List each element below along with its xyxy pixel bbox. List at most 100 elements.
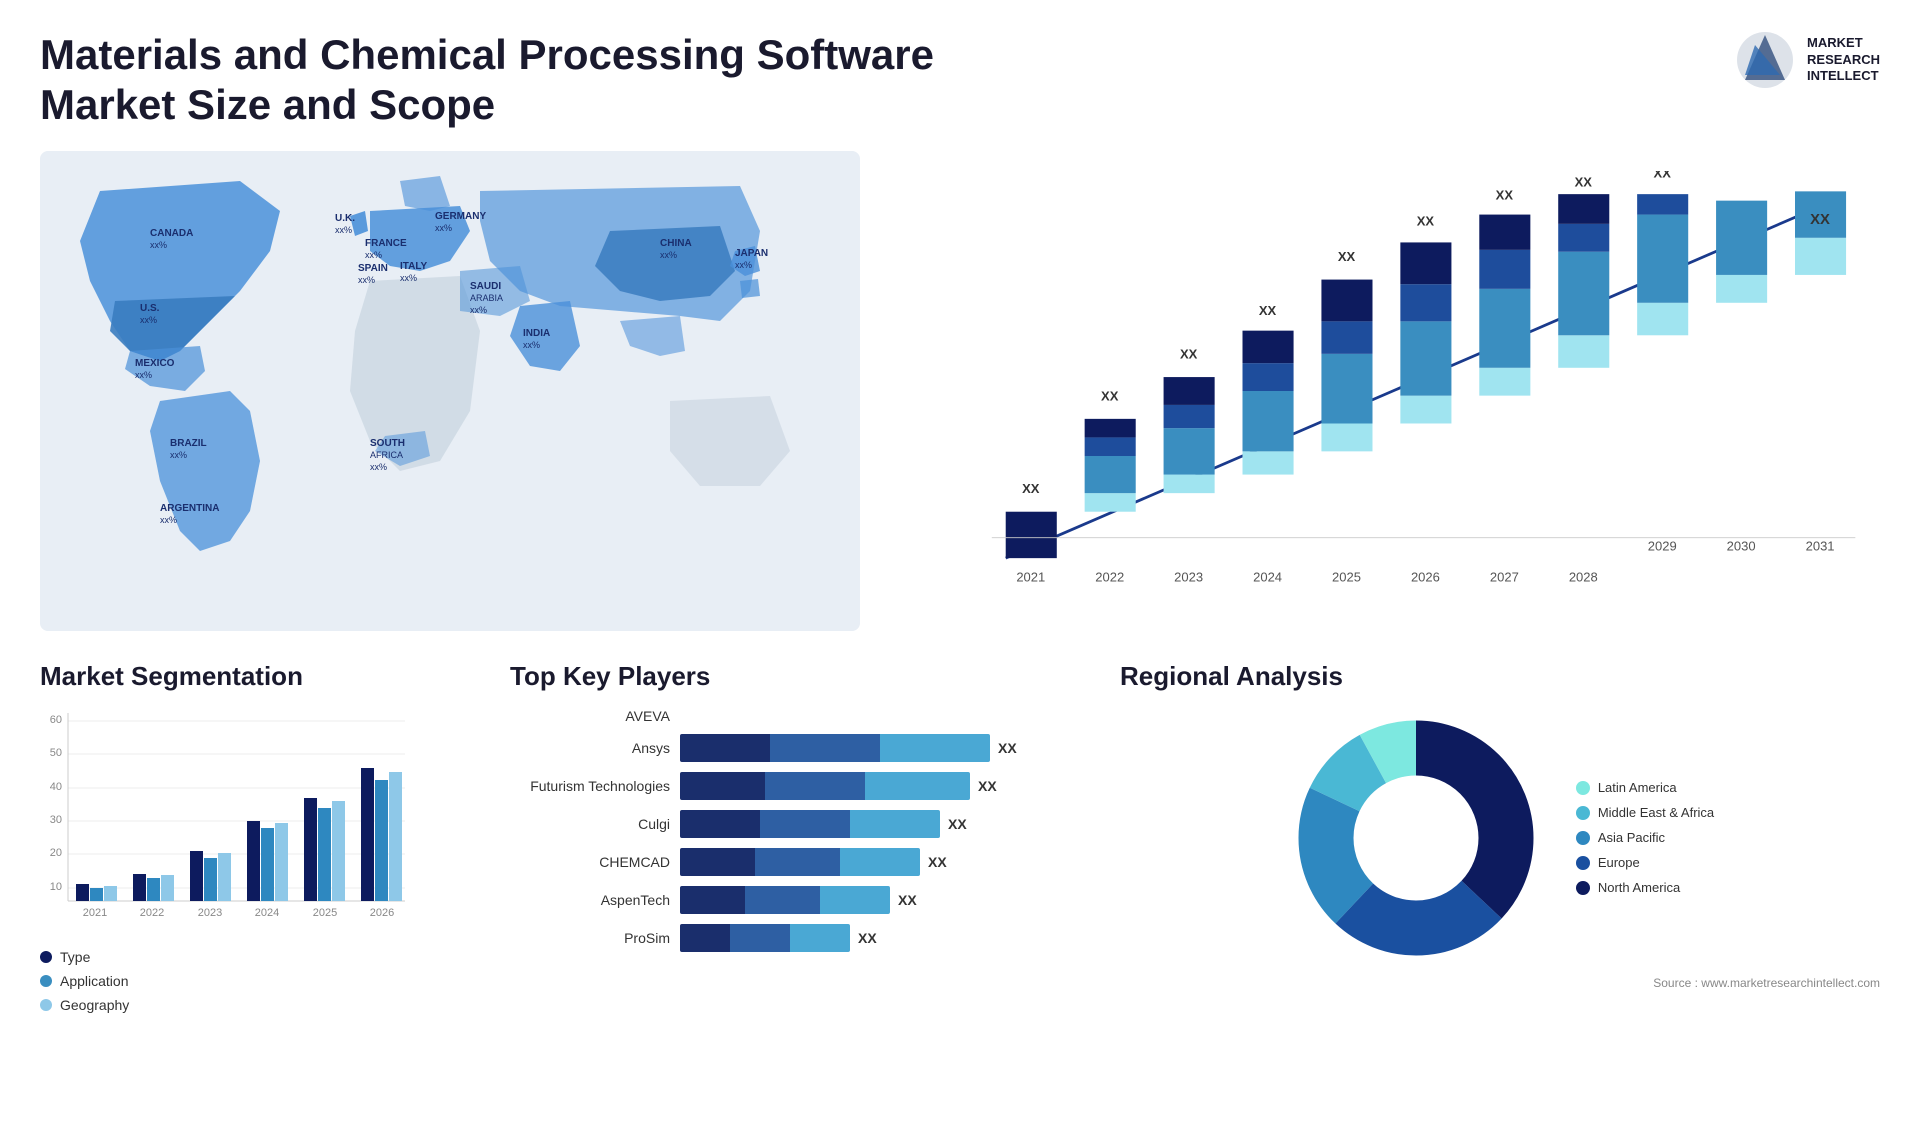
svg-text:2021: 2021 [83,907,107,919]
svg-text:MEXICO: MEXICO [135,358,175,369]
svg-text:XX: XX [1180,346,1198,361]
svg-text:xx%: xx% [400,273,417,283]
bar-chart-inner: XX 2021 XX 2022 XX 2023 [950,171,1860,581]
svg-text:SAUDI: SAUDI [470,281,501,292]
svg-text:2026: 2026 [1411,569,1440,584]
svg-text:10: 10 [50,881,62,893]
svg-text:xx%: xx% [370,462,387,472]
legend-geography: Geography [40,997,480,1013]
svg-text:XX: XX [1810,212,1830,228]
player-bar-ansys: XX [680,734,1090,762]
legend-application: Application [40,973,480,989]
legend-middle-east-africa: Middle East & Africa [1576,805,1714,820]
brand-logo-text: MARKET RESEARCH INTELLECT [1807,35,1880,86]
svg-text:xx%: xx% [135,370,152,380]
label-latin-america: Latin America [1598,780,1677,795]
label-asia-pacific: Asia Pacific [1598,830,1665,845]
svg-text:xx%: xx% [435,223,452,233]
svg-text:ITALY: ITALY [400,261,428,272]
player-row-aveva: AVEVA [510,708,1090,724]
main-container: Materials and Chemical Processing Softwa… [0,0,1920,1146]
bar-chart-svg: XX 2021 XX 2022 XX 2023 [950,171,1860,611]
source-text: Source : www.marketresearchintellect.com [1120,976,1880,990]
dot-europe [1576,856,1590,870]
legend-type-dot [40,951,52,963]
svg-text:2023: 2023 [198,907,222,919]
svg-text:XX: XX [1575,174,1593,189]
label-north-america: North America [1598,880,1680,895]
svg-text:2030: 2030 [1727,538,1756,553]
donut-chart-svg [1286,708,1546,968]
svg-text:XX: XX [1654,171,1672,180]
player-row-futurism: Futurism Technologies XX [510,772,1090,800]
segmentation-title: Market Segmentation [40,661,480,692]
world-map-section: CANADA xx% U.S. xx% MEXICO xx% BRAZIL xx… [40,151,860,631]
segmentation-section: Market Segmentation 60 50 40 30 20 10 [40,651,480,1116]
svg-text:2023: 2023 [1174,569,1203,584]
dot-middle-east-africa [1576,806,1590,820]
segmentation-chart-svg: 60 50 40 30 20 10 [40,708,420,928]
dot-latin-america [1576,781,1590,795]
svg-text:xx%: xx% [365,250,382,260]
svg-text:U.K.: U.K. [335,213,355,224]
svg-text:xx%: xx% [160,515,177,525]
legend-north-america: North America [1576,880,1714,895]
header: Materials and Chemical Processing Softwa… [40,30,1880,131]
player-name-aveva: AVEVA [510,708,670,724]
dot-asia-pacific [1576,831,1590,845]
svg-text:2029: 2029 [1648,538,1677,553]
svg-text:20: 20 [50,847,62,859]
svg-text:XX: XX [1417,213,1435,228]
page-title: Materials and Chemical Processing Softwa… [40,30,940,131]
svg-text:2028: 2028 [1569,569,1598,584]
svg-text:2025: 2025 [1332,569,1361,584]
svg-text:AFRICA: AFRICA [370,450,403,460]
svg-text:xx%: xx% [660,250,677,260]
players-title: Top Key Players [510,661,1090,692]
svg-text:xx%: xx% [523,340,540,350]
player-name-prosim: ProSim [510,930,670,946]
svg-text:xx%: xx% [735,260,752,270]
svg-text:U.S.: U.S. [140,303,160,314]
svg-text:2024: 2024 [255,907,279,919]
svg-text:XX: XX [1259,303,1277,318]
legend-geography-dot [40,999,52,1011]
player-bar-chemcad: XX [680,848,1090,876]
svg-text:XX: XX [1338,249,1356,264]
player-name-ansys: Ansys [510,740,670,756]
player-name-culgi: Culgi [510,816,670,832]
player-row-chemcad: CHEMCAD XX [510,848,1090,876]
svg-text:XX: XX [1496,187,1514,202]
svg-text:JAPAN: JAPAN [735,248,768,259]
svg-text:2025: 2025 [313,907,337,919]
player-bar-culgi: XX [680,810,1090,838]
svg-text:BRAZIL: BRAZIL [170,438,207,449]
svg-text:30: 30 [50,814,62,826]
label-middle-east-africa: Middle East & Africa [1598,805,1714,820]
legend-application-dot [40,975,52,987]
legend-latin-america: Latin America [1576,780,1714,795]
svg-text:xx%: xx% [358,275,375,285]
svg-text:2022: 2022 [1095,569,1124,584]
svg-text:INDIA: INDIA [523,328,550,339]
svg-text:SOUTH: SOUTH [370,438,405,449]
svg-text:xx%: xx% [150,240,167,250]
svg-text:2027: 2027 [1490,569,1519,584]
svg-text:GERMANY: GERMANY [435,211,486,222]
svg-text:2024: 2024 [1253,569,1282,584]
svg-text:FRANCE: FRANCE [365,238,407,249]
player-name-aspentech: AspenTech [510,892,670,908]
svg-text:xx%: xx% [170,450,187,460]
svg-text:ARABIA: ARABIA [470,293,503,303]
player-bar-aspentech: XX [680,886,1090,914]
dot-north-america [1576,881,1590,895]
regional-legend: Latin America Middle East & Africa Asia … [1576,780,1714,895]
svg-text:2026: 2026 [370,907,394,919]
player-bar-prosim: XX [680,924,1090,952]
player-name-chemcad: CHEMCAD [510,854,670,870]
top-row: CANADA xx% U.S. xx% MEXICO xx% BRAZIL xx… [40,151,1880,631]
svg-text:SPAIN: SPAIN [358,263,388,274]
svg-text:50: 50 [50,747,62,759]
svg-text:60: 60 [50,714,62,726]
svg-text:xx%: xx% [140,315,157,325]
